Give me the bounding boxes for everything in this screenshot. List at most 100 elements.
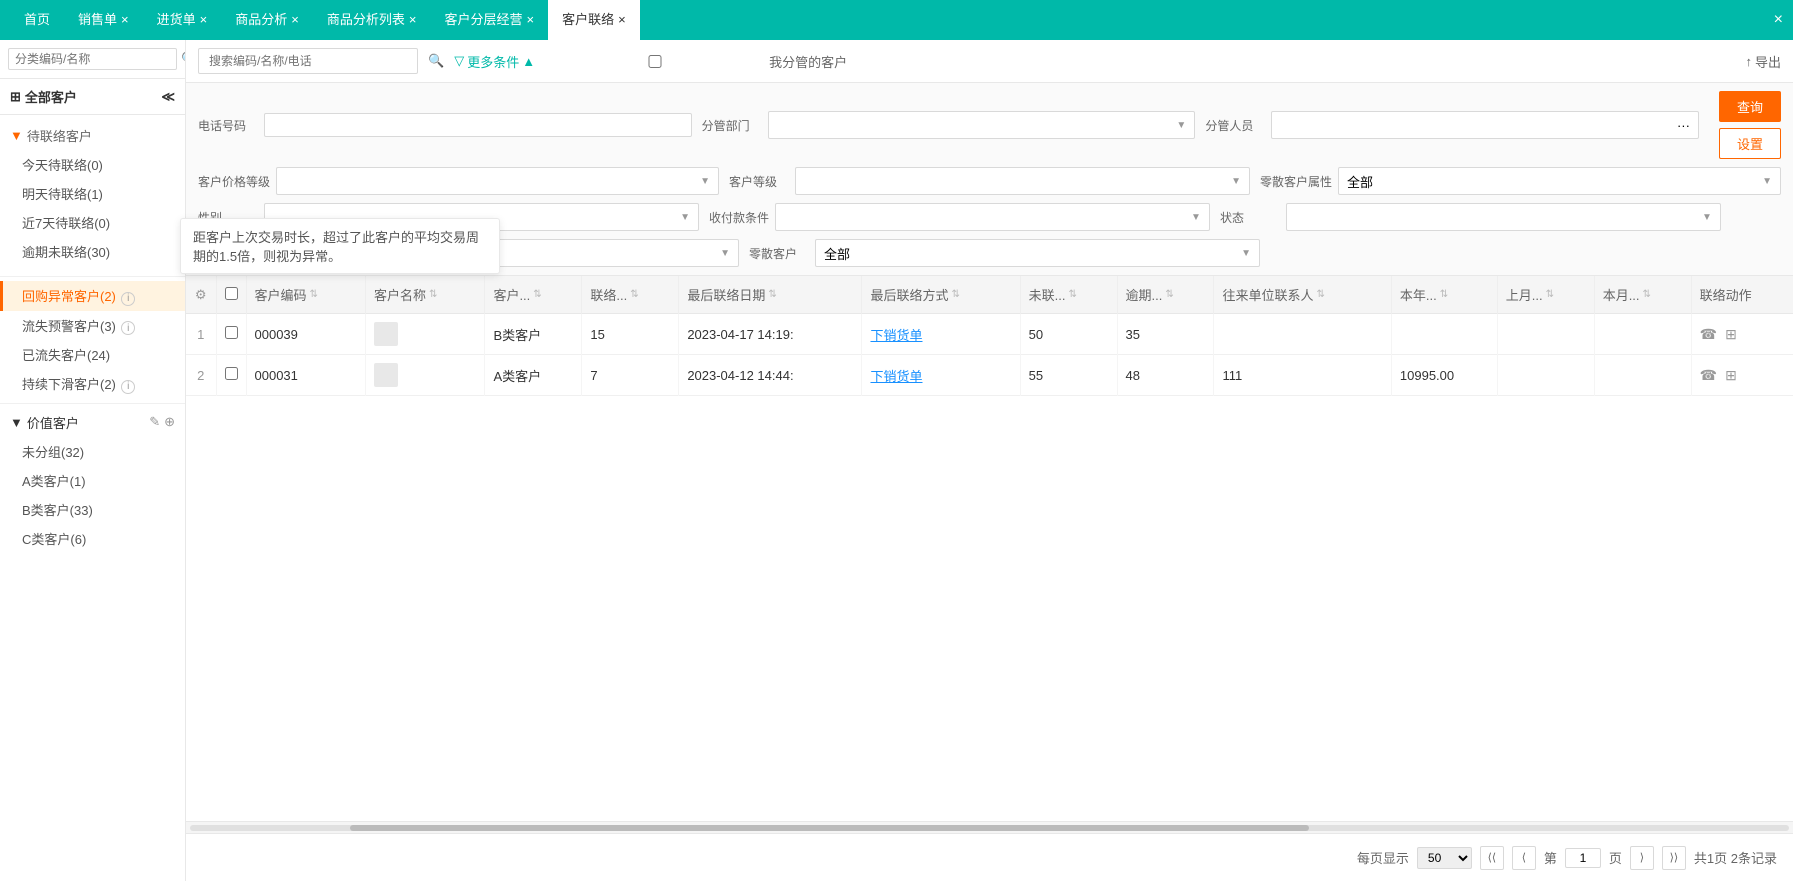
col-uncontacted[interactable]: 未联...⇅ bbox=[1020, 276, 1117, 314]
dropdown-arrow-7-icon: ▼ bbox=[1702, 212, 1712, 223]
first-page-button[interactable]: ⟨⟨ bbox=[1480, 846, 1504, 870]
col-code[interactable]: 客户编码⇅ bbox=[246, 276, 365, 314]
col-unit-contact[interactable]: 往来单位联系人⇅ bbox=[1214, 276, 1391, 314]
next-page-button[interactable]: ⟩ bbox=[1630, 846, 1654, 870]
col-type[interactable]: 客户...⇅ bbox=[485, 276, 582, 314]
more-conditions-button[interactable]: ▽ 更多条件 ▲ bbox=[454, 52, 535, 71]
scroll-thumb[interactable] bbox=[350, 825, 1309, 831]
sidebar-item-overdue[interactable]: 逾期未联络(30) bbox=[0, 237, 185, 266]
retail-attr-select[interactable]: 全部 ▼ bbox=[1338, 167, 1781, 195]
settings-button[interactable]: 设置 bbox=[1719, 128, 1781, 159]
add-group-icon[interactable]: ⊕ bbox=[164, 414, 175, 430]
row-2-this-year: 10995.00 bbox=[1391, 355, 1497, 396]
info-icon-2[interactable]: i bbox=[121, 321, 135, 335]
row-1-overdue: 35 bbox=[1117, 314, 1214, 355]
col-this-year[interactable]: 本年...⇅ bbox=[1391, 276, 1497, 314]
nav-analysis[interactable]: 商品分析 × bbox=[221, 0, 313, 40]
row-2-contact-icon[interactable]: ☎ bbox=[1700, 367, 1717, 384]
dropdown-arrow-8-icon: ▼ bbox=[720, 248, 730, 259]
filter-row-1: 电话号码 分管部门 ▼ 分管人员 ··· 查询 设置 bbox=[198, 91, 1781, 159]
sidebar-item-b-class[interactable]: B类客户(33) bbox=[0, 495, 185, 524]
filter-actions: 查询 设置 bbox=[1719, 91, 1781, 159]
select-all-checkbox[interactable] bbox=[225, 287, 238, 300]
my-customers-checkbox[interactable] bbox=[545, 55, 765, 68]
page-size-select[interactable]: 50 20 100 bbox=[1417, 847, 1472, 869]
sidebar-item-repurchase-abnormal[interactable]: 回购异常客户(2) i bbox=[0, 281, 185, 311]
sidebar-item-c-class[interactable]: C类客户(6) bbox=[0, 524, 185, 553]
sidebar-item-loss-warning[interactable]: 流失预警客户(3) i bbox=[0, 311, 185, 341]
close-all-tabs-button[interactable]: × bbox=[1774, 11, 1783, 29]
sort-icon-5: ⇅ bbox=[768, 289, 776, 300]
row-1-checkbox[interactable] bbox=[216, 314, 246, 355]
person-select[interactable]: ··· bbox=[1271, 111, 1699, 139]
col-last-date[interactable]: 最后联络日期⇅ bbox=[679, 276, 862, 314]
horizontal-scrollbar[interactable] bbox=[186, 821, 1793, 833]
row-1-more-icon[interactable]: ⊞ bbox=[1725, 326, 1737, 343]
search-input[interactable] bbox=[198, 48, 418, 74]
row-1-contact-icon[interactable]: ☎ bbox=[1700, 326, 1717, 343]
phone-input[interactable] bbox=[264, 113, 692, 137]
sort-icon-3: ⇅ bbox=[533, 289, 541, 300]
payment-select[interactable]: ▼ bbox=[775, 203, 1210, 231]
row-1-last-month bbox=[1497, 314, 1594, 355]
row-1-select[interactable] bbox=[225, 326, 238, 339]
col-last-method[interactable]: 最后联络方式⇅ bbox=[862, 276, 1020, 314]
sidebar-item-a-class[interactable]: A类客户(1) bbox=[0, 466, 185, 495]
filter-person: 分管人员 ··· bbox=[1205, 111, 1699, 139]
sidebar-item-declining[interactable]: 持续下滑客户(2) i bbox=[0, 369, 185, 399]
sort-icon-8: ⇅ bbox=[1165, 289, 1173, 300]
nav-sales[interactable]: 销售单 × bbox=[64, 0, 143, 40]
row-2-checkbox[interactable] bbox=[216, 355, 246, 396]
search-icon-btn[interactable]: 🔍 bbox=[428, 53, 444, 69]
query-button[interactable]: 查询 bbox=[1719, 91, 1781, 122]
price-level-select[interactable]: ▼ bbox=[276, 167, 719, 195]
row-2-more-icon[interactable]: ⊞ bbox=[1725, 367, 1737, 384]
sort-icon-6: ⇅ bbox=[952, 289, 960, 300]
col-action: 联络动作 bbox=[1691, 276, 1793, 314]
row-2-last-method[interactable]: 下销货单 bbox=[862, 355, 1020, 396]
col-this-month[interactable]: 本月...⇅ bbox=[1594, 276, 1691, 314]
nav-analysis-list[interactable]: 商品分析列表 × bbox=[313, 0, 431, 40]
col-overdue[interactable]: 逾期...⇅ bbox=[1117, 276, 1214, 314]
nav-purchase[interactable]: 进货单 × bbox=[143, 0, 222, 40]
nav-home[interactable]: 首页 bbox=[10, 0, 64, 40]
customer-level-select[interactable]: ▼ bbox=[795, 167, 1250, 195]
pending-group-title[interactable]: ▼ 待联络客户 bbox=[0, 121, 185, 150]
table-row: 2 000031 A类客户 7 2023-04-12 14:44: 下销货单 5… bbox=[186, 355, 1793, 396]
row-1-last-method[interactable]: 下销货单 bbox=[862, 314, 1020, 355]
col-contact[interactable]: 联络...⇅ bbox=[582, 276, 679, 314]
col-checkbox[interactable] bbox=[216, 276, 246, 314]
col-name[interactable]: 客户名称⇅ bbox=[365, 276, 484, 314]
pagination-bar: 每页显示 50 20 100 ⟨⟨ ⟨ 第 页 ⟩ ⟩⟩ 共1页 2条记录 bbox=[186, 833, 1793, 881]
sidebar-all-customers-header[interactable]: ⊞ 全部客户 ≪ bbox=[0, 79, 185, 115]
filter-bar: 🔍 ▽ 更多条件 ▲ 我分管的客户 ↑ 导出 bbox=[186, 40, 1793, 83]
sort-icon: ⇅ bbox=[310, 289, 318, 300]
value-customer-group-title[interactable]: ▼ 价值客户 ✎ ⊕ bbox=[0, 408, 185, 437]
sidebar-search-input[interactable] bbox=[8, 48, 177, 70]
retail-customer-select[interactable]: 全部 ▼ bbox=[815, 239, 1260, 267]
row-1-uncontacted: 50 bbox=[1020, 314, 1117, 355]
export-button[interactable]: ↑ 导出 bbox=[1745, 52, 1781, 71]
sidebar-item-7days[interactable]: 近7天待联络(0) bbox=[0, 208, 185, 237]
prev-page-button[interactable]: ⟨ bbox=[1512, 846, 1536, 870]
sidebar-item-lost[interactable]: 已流失客户(24) bbox=[0, 340, 185, 369]
edit-icon[interactable]: ✎ bbox=[149, 414, 160, 430]
col-settings[interactable]: ⚙ bbox=[186, 276, 216, 314]
sidebar-item-tomorrow[interactable]: 明天待联络(1) bbox=[0, 179, 185, 208]
collapse-icon[interactable]: ≪ bbox=[161, 89, 175, 105]
nav-customer-tier[interactable]: 客户分层经营 × bbox=[430, 0, 548, 40]
nav-customer-contact[interactable]: 客户联络 × bbox=[548, 0, 640, 40]
info-icon[interactable]: i bbox=[121, 292, 135, 306]
status-select[interactable]: ▼ bbox=[1286, 203, 1721, 231]
col-last-month[interactable]: 上月...⇅ bbox=[1497, 276, 1594, 314]
page-number-input[interactable] bbox=[1565, 848, 1601, 868]
dept-select[interactable]: ▼ bbox=[768, 111, 1196, 139]
sidebar-item-today[interactable]: 今天待联络(0) bbox=[0, 150, 185, 179]
row-2-select[interactable] bbox=[225, 367, 238, 380]
tooltip-box: 距客户上次交易时长，超过了此客户的平均交易周期的1.5倍，则视为异常。 bbox=[180, 218, 500, 274]
last-page-button[interactable]: ⟩⟩ bbox=[1662, 846, 1686, 870]
sidebar-item-ungroup[interactable]: 未分组(32) bbox=[0, 437, 185, 466]
row-1-this-month bbox=[1594, 314, 1691, 355]
info-icon-3[interactable]: i bbox=[121, 380, 135, 394]
row-2-num: 2 bbox=[186, 355, 216, 396]
